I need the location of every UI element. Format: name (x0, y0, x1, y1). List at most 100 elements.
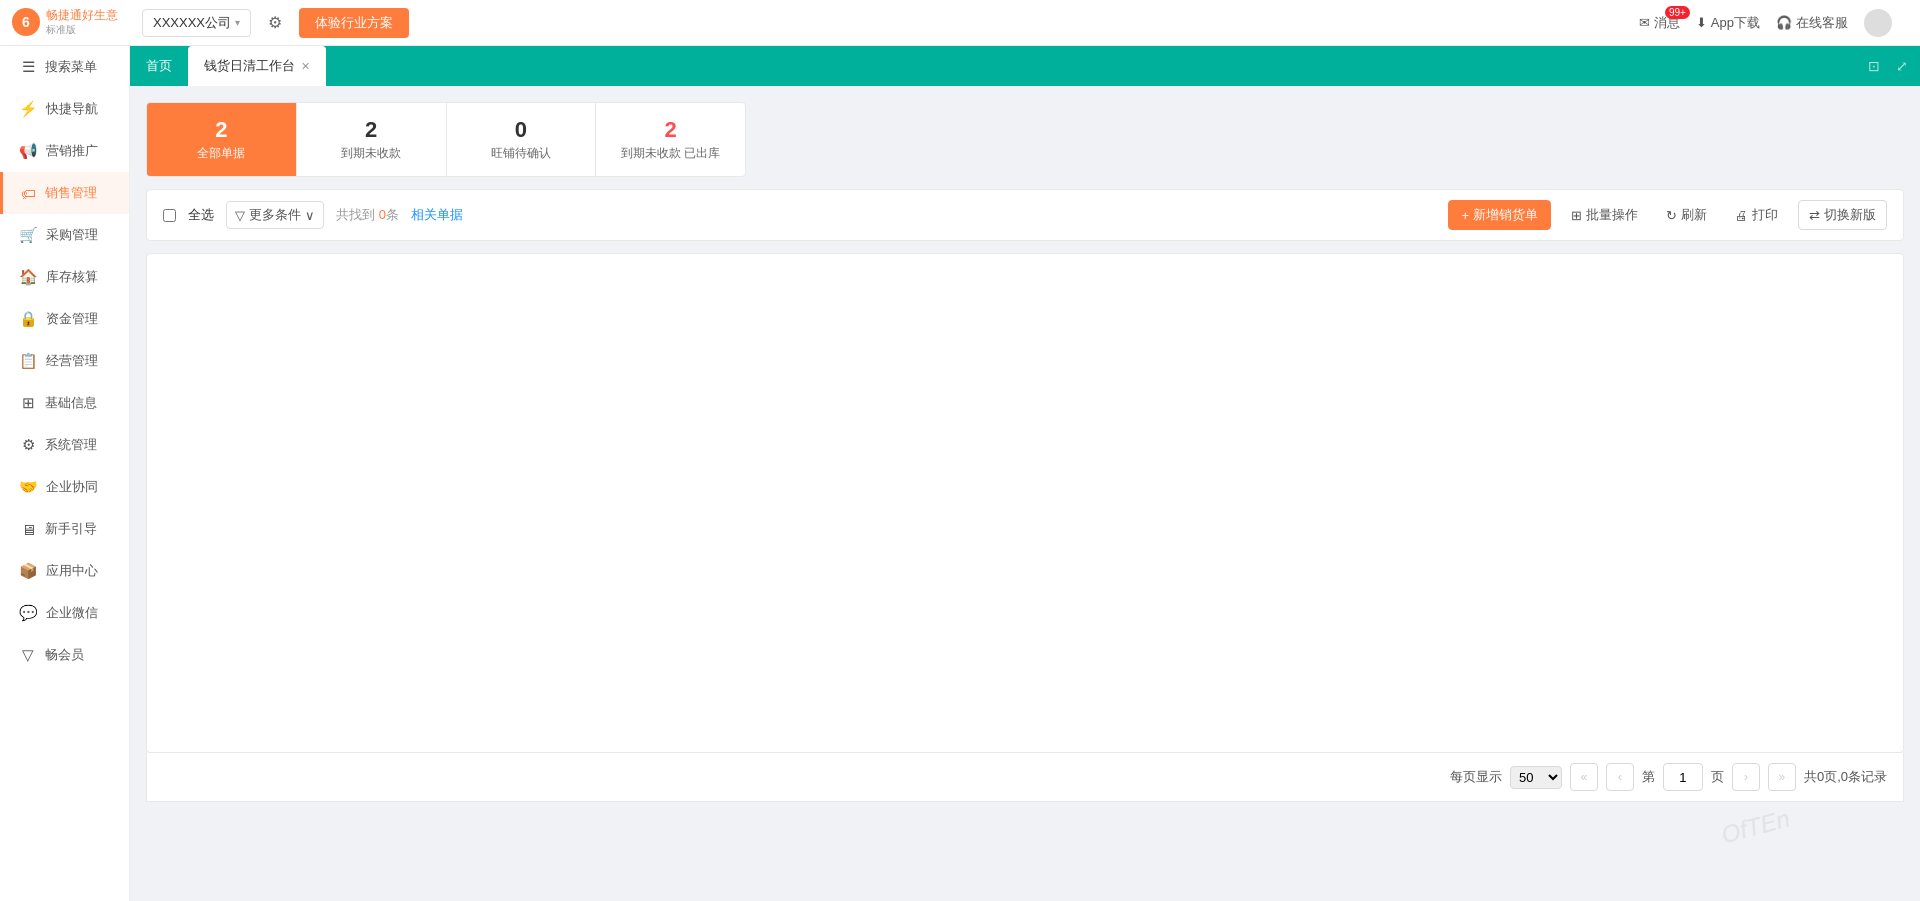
stat-card-shipped[interactable]: 2 到期未收款 已出库 (596, 103, 745, 176)
app-download-label: App下载 (1711, 14, 1760, 32)
workbench-tab-label: 钱货日清工作台 (204, 57, 295, 75)
pagination-bar: 每页显示 50 100 200 « ‹ 第 页 › » 共0页,0条记录 (146, 753, 1904, 802)
company-selector[interactable]: XXXXXX公司 ▾ (142, 9, 251, 37)
header-right: ✉ 消息 99+ ⬇ App下载 🎧 在线客服 (1639, 9, 1908, 37)
finance-icon: 🔒 (19, 310, 38, 328)
filter-chevron-icon: ∨ (305, 208, 315, 223)
filter-label: 更多条件 (249, 206, 301, 224)
settings-icon[interactable]: ⚙ (259, 7, 291, 39)
stat-card-wangpu[interactable]: 0 旺铺待确认 (447, 103, 597, 176)
app-center-icon: 📦 (19, 562, 38, 580)
stat-num-overdue: 2 (317, 117, 426, 143)
tab-expand-icon[interactable]: ⤢ (1892, 54, 1912, 78)
stats-cards: 2 全部单据 2 到期未收款 0 旺铺待确认 2 到期未收款 已出库 (146, 102, 746, 177)
toolbar-left: 全选 ▽ 更多条件 ∨ 共找到 0条 相关单据 (163, 201, 1436, 229)
switch-version-button[interactable]: ⇄ 切换新版 (1798, 200, 1887, 230)
sidebar-label-vip: 畅会员 (45, 646, 84, 664)
vip-icon: ▽ (19, 646, 37, 664)
sidebar-item-basic-info[interactable]: ⊞ 基础信息 (0, 382, 129, 424)
stat-label-all: 全部单据 (167, 145, 276, 162)
select-all-checkbox[interactable] (163, 209, 176, 222)
sidebar-item-app-center[interactable]: 📦 应用中心 (0, 550, 129, 592)
sidebar-item-system[interactable]: ⚙ 系统管理 (0, 424, 129, 466)
app-download-action[interactable]: ⬇ App下载 (1696, 14, 1760, 32)
page-last-button[interactable]: » (1768, 763, 1796, 791)
message-icon: ✉ (1639, 15, 1650, 30)
related-orders-link[interactable]: 相关单据 (411, 206, 463, 224)
sidebar-label-purchase: 采购管理 (46, 226, 98, 244)
basic-info-icon: ⊞ (19, 394, 37, 412)
sidebar-item-operations[interactable]: 📋 经营管理 (0, 340, 129, 382)
refresh-button[interactable]: ↻ 刷新 (1658, 202, 1715, 228)
chevron-down-icon: ▾ (235, 17, 240, 28)
sidebar-label-sales: 销售管理 (45, 184, 97, 202)
sidebar-label-operations: 经营管理 (46, 352, 98, 370)
page-prev-button[interactable]: ‹ (1606, 763, 1634, 791)
avatar[interactable] (1864, 9, 1892, 37)
sidebar-item-quick-nav[interactable]: ⚡ 快捷导航 (0, 88, 129, 130)
logo-sub: 标准版 (46, 23, 118, 37)
close-tab-icon[interactable]: ✕ (301, 60, 310, 73)
stat-label-overdue: 到期未收款 (317, 145, 426, 162)
add-order-button[interactable]: + 新增销货单 (1448, 200, 1551, 230)
sidebar-item-purchase[interactable]: 🛒 采购管理 (0, 214, 129, 256)
toolbar: 全选 ▽ 更多条件 ∨ 共找到 0条 相关单据 + 新增销货单 ⊞ 批量操作 ↻ (146, 189, 1904, 241)
sidebar-item-wechat[interactable]: 💬 企业微信 (0, 592, 129, 634)
sidebar-label-guide: 新手引导 (45, 520, 97, 538)
sidebar-item-sales[interactable]: 🏷 销售管理 (0, 172, 129, 214)
company-name: XXXXXX公司 (153, 14, 231, 32)
table-area (146, 253, 1904, 753)
stat-num-all: 2 (167, 117, 276, 143)
enterprise-icon: 🤝 (19, 478, 38, 496)
page-input[interactable] (1663, 763, 1703, 791)
headset-icon: 🎧 (1776, 15, 1792, 30)
tab-minimize-icon[interactable]: ⊡ (1864, 54, 1884, 78)
nav-tab-workbench[interactable]: 钱货日清工作台 ✕ (188, 46, 326, 86)
nav-tab-home[interactable]: 首页 (130, 46, 188, 86)
refresh-label: 刷新 (1681, 206, 1707, 224)
nav-tabs-bar: 首页 钱货日清工作台 ✕ ⊡ ⤢ (130, 46, 1920, 86)
stat-label-wangpu: 旺铺待确认 (467, 145, 576, 162)
sidebar-item-enterprise[interactable]: 🤝 企业协同 (0, 466, 129, 508)
stat-num-wangpu: 0 (467, 117, 576, 143)
system-icon: ⚙ (19, 436, 37, 454)
purchase-icon: 🛒 (19, 226, 38, 244)
guide-icon: 🖥 (19, 521, 37, 538)
page-label: 第 (1642, 768, 1655, 786)
sidebar-item-finance[interactable]: 🔒 资金管理 (0, 298, 129, 340)
page-next-button[interactable]: › (1732, 763, 1760, 791)
stat-card-all[interactable]: 2 全部单据 (147, 103, 297, 176)
per-page-select[interactable]: 50 100 200 (1510, 766, 1562, 789)
filter-button[interactable]: ▽ 更多条件 ∨ (226, 201, 324, 229)
print-button[interactable]: 🖨 打印 (1727, 202, 1786, 228)
sidebar-label-marketing: 营销推广 (46, 142, 98, 160)
trial-button[interactable]: 体验行业方案 (299, 8, 409, 38)
search-menu-icon: ☰ (19, 58, 37, 76)
wechat-icon: 💬 (19, 604, 38, 622)
sidebar-label-finance: 资金管理 (46, 310, 98, 328)
result-text: 共找到 0条 (336, 206, 399, 224)
online-service-action[interactable]: 🎧 在线客服 (1776, 14, 1848, 32)
sidebar-item-marketing[interactable]: 📢 营销推广 (0, 130, 129, 172)
main-content: 2 全部单据 2 到期未收款 0 旺铺待确认 2 到期未收款 已出库 全选 ▽ … (130, 86, 1920, 901)
online-service-label: 在线客服 (1796, 14, 1848, 32)
sidebar-label-enterprise: 企业协同 (46, 478, 98, 496)
sidebar-item-inventory[interactable]: 🏠 库存核算 (0, 256, 129, 298)
operations-icon: 📋 (19, 352, 38, 370)
download-icon: ⬇ (1696, 15, 1707, 30)
quick-nav-icon: ⚡ (19, 100, 38, 118)
sidebar-label-quick-nav: 快捷导航 (46, 100, 98, 118)
add-icon: + (1461, 208, 1469, 223)
stat-label-shipped: 到期未收款 已出库 (616, 145, 725, 162)
sidebar-item-search[interactable]: ☰ 搜索菜单 (0, 46, 129, 88)
page-first-button[interactable]: « (1570, 763, 1598, 791)
stat-card-overdue[interactable]: 2 到期未收款 (297, 103, 447, 176)
sidebar-label-wechat: 企业微信 (46, 604, 98, 622)
message-action[interactable]: ✉ 消息 99+ (1639, 14, 1680, 32)
top-header: 6 畅捷通好生意 标准版 XXXXXX公司 ▾ ⚙ 体验行业方案 ✉ 消息 99… (0, 0, 1920, 46)
sidebar-label-basic-info: 基础信息 (45, 394, 97, 412)
batch-action-button[interactable]: ⊞ 批量操作 (1563, 202, 1646, 228)
sidebar-item-guide[interactable]: 🖥 新手引导 (0, 508, 129, 550)
sidebar-item-vip[interactable]: ▽ 畅会员 (0, 634, 129, 676)
total-info: 共0页,0条记录 (1804, 768, 1887, 786)
